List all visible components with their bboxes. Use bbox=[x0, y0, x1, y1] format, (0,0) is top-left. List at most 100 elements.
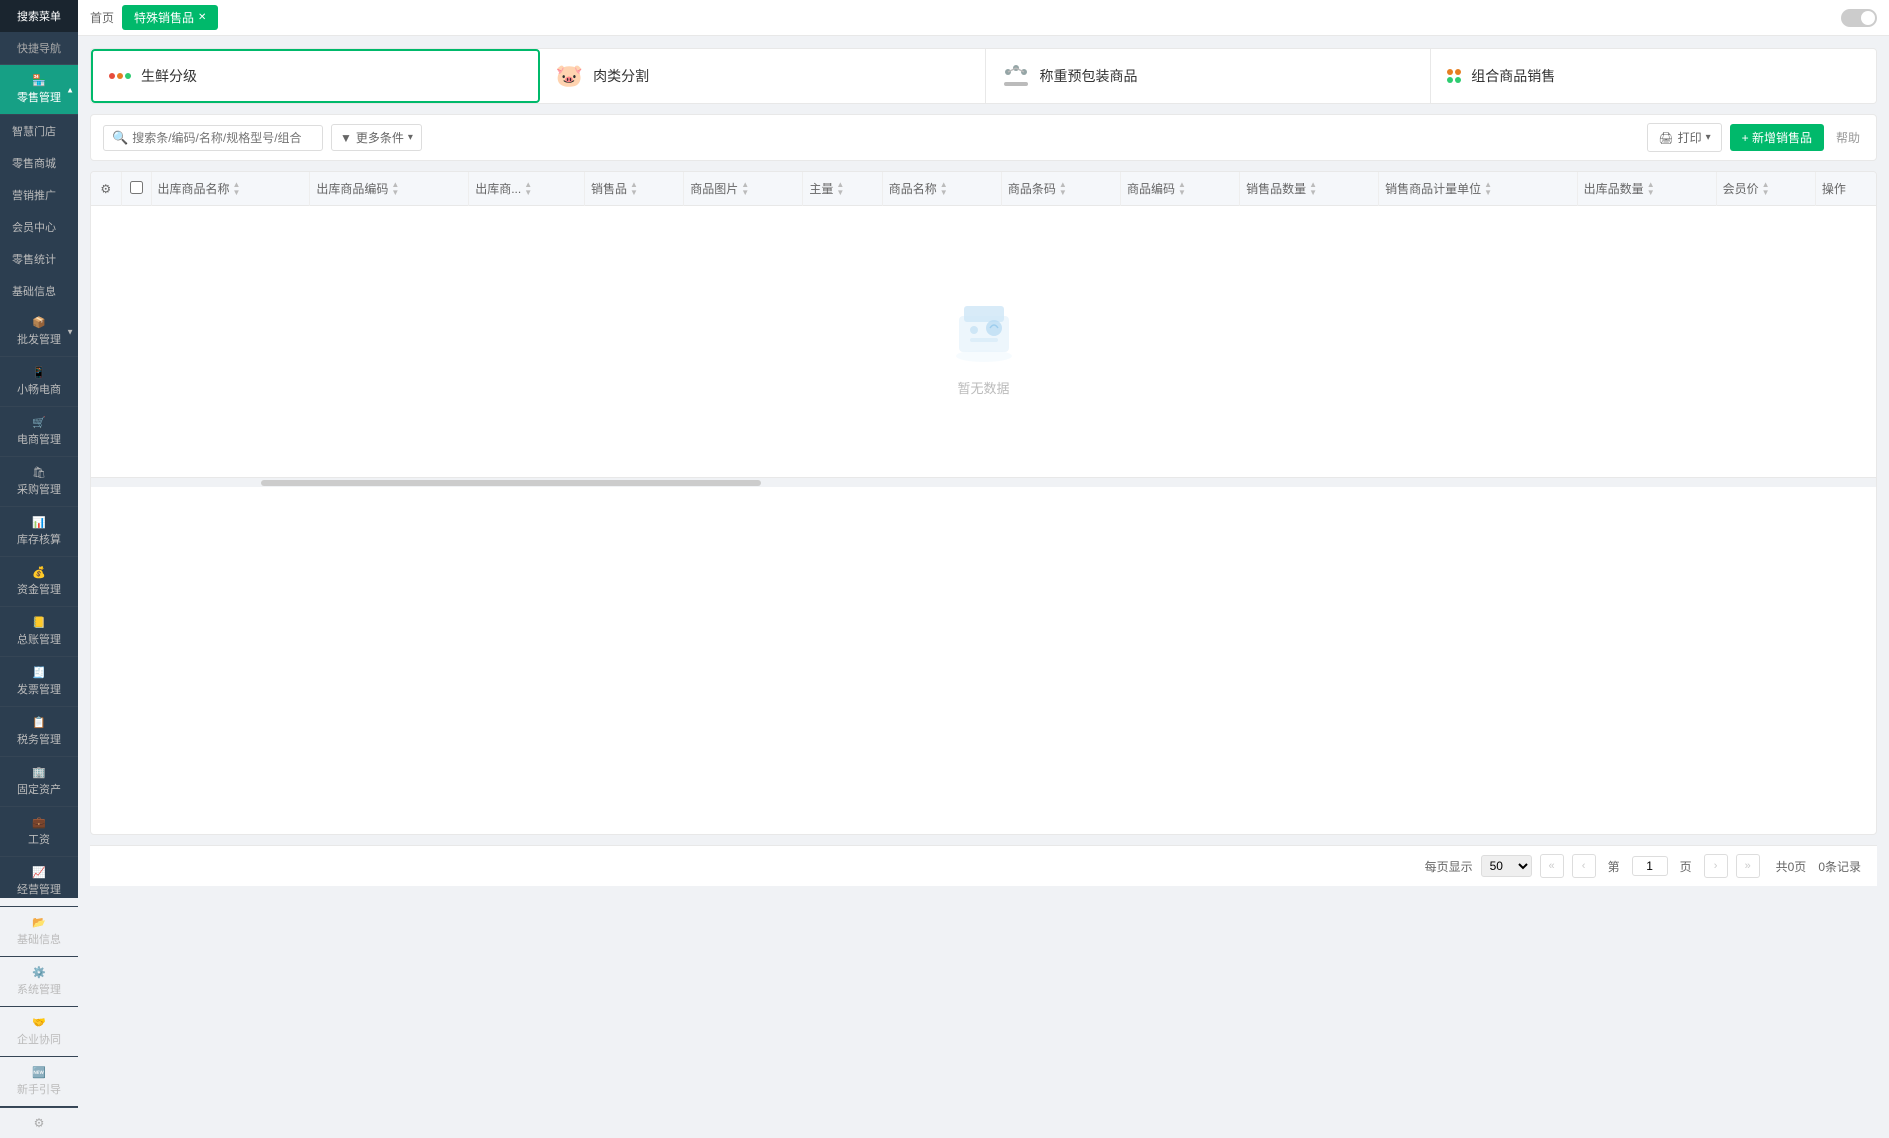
main-content: 首页 特殊销售品 ✕ 生鲜分级 🐷 肉类分割 bbox=[78, 0, 1889, 898]
sidebar-item-general-ledger[interactable]: 📒 总账管理 bbox=[0, 607, 78, 657]
print-dropdown-icon: ▾ bbox=[1706, 132, 1711, 143]
th-out-product-code: 出库商品编码 ▲▼ bbox=[310, 172, 469, 206]
sidebar-item-wholesale[interactable]: 📦 批发管理 ▼ bbox=[0, 307, 78, 357]
top-right-area bbox=[1841, 9, 1877, 27]
sidebar-item-marketing[interactable]: 营销推广 bbox=[0, 179, 78, 211]
sidebar-logo[interactable]: 搜索菜单 bbox=[0, 0, 78, 32]
page-label: 页 bbox=[1680, 858, 1692, 875]
new-product-button[interactable]: + 新增销售品 bbox=[1730, 124, 1824, 151]
sidebar-item-new-guide[interactable]: 🆕 新手引导 bbox=[0, 1057, 78, 1107]
ecom-icon: 🛒 bbox=[32, 416, 46, 429]
th-operation: 操作 bbox=[1815, 172, 1876, 206]
sort-arrows-sales-product[interactable]: ▲▼ bbox=[630, 181, 638, 197]
system-icon: ⚙️ bbox=[32, 966, 46, 979]
sort-arrows-out-product-name[interactable]: ▲▼ bbox=[233, 181, 241, 197]
tab-combo-sales[interactable]: 组合商品销售 bbox=[1431, 49, 1876, 103]
sidebar-item-payroll[interactable]: 💼 工资 bbox=[0, 807, 78, 857]
sort-arrows-product-name[interactable]: ▲▼ bbox=[940, 181, 948, 197]
top-bar: 首页 特殊销售品 ✕ bbox=[78, 0, 1889, 36]
home-breadcrumb[interactable]: 首页 bbox=[90, 9, 114, 26]
tab-cards: 生鲜分级 🐷 肉类分割 称 bbox=[90, 48, 1877, 104]
sidebar-item-base-info-retail[interactable]: 基础信息 bbox=[0, 275, 78, 307]
sort-arrows-sales-quantity[interactable]: ▲▼ bbox=[1309, 181, 1317, 197]
sort-arrows-member-price[interactable]: ▲▼ bbox=[1762, 181, 1770, 197]
th-settings[interactable]: ⚙ bbox=[91, 172, 121, 206]
current-tab-badge[interactable]: 特殊销售品 ✕ bbox=[122, 5, 218, 30]
tab-weight-prepack[interactable]: 称重预包装商品 bbox=[986, 49, 1432, 103]
per-page-select[interactable]: 10 20 50 100 bbox=[1481, 855, 1532, 877]
filter-icon: ▼ bbox=[340, 131, 352, 145]
sidebar-item-mini-ecom[interactable]: 📱 小畅电商 bbox=[0, 357, 78, 407]
sidebar-item-enterprise[interactable]: 🤝 企业协同 bbox=[0, 1007, 78, 1057]
page-label-pre: 第 bbox=[1608, 858, 1620, 875]
sort-arrows-product-image[interactable]: ▲▼ bbox=[741, 181, 749, 197]
th-sales-quantity: 销售品数量 ▲▼ bbox=[1240, 172, 1379, 206]
payroll-icon: 💼 bbox=[32, 816, 46, 829]
sort-arrows-product-barcode[interactable]: ▲▼ bbox=[1059, 181, 1067, 197]
settings-icon: ⚙ bbox=[100, 182, 111, 196]
sidebar-item-base-info[interactable]: 📂 基础信息 bbox=[0, 907, 78, 957]
sort-arrows-out-quantity[interactable]: ▲▼ bbox=[1647, 181, 1655, 197]
toggle-switch[interactable] bbox=[1841, 9, 1877, 27]
quick-nav-item[interactable]: 快捷导航 bbox=[0, 32, 78, 65]
search-input[interactable] bbox=[132, 131, 312, 145]
wholesale-icon: 📦 bbox=[32, 316, 46, 329]
sidebar-item-retail-mgmt[interactable]: 🏪 零售管理 ▲ bbox=[0, 65, 78, 115]
page-number-input[interactable] bbox=[1632, 856, 1668, 876]
horizontal-scrollbar-area bbox=[91, 477, 1876, 487]
close-tab-icon[interactable]: ✕ bbox=[198, 12, 206, 23]
sort-arrows-out-product-code[interactable]: ▲▼ bbox=[391, 181, 399, 197]
sidebar-item-fixed-assets[interactable]: 🏢 固定资产 bbox=[0, 757, 78, 807]
sidebar-item-finance[interactable]: 💰 资金管理 bbox=[0, 557, 78, 607]
fresh-grading-icon bbox=[109, 73, 131, 79]
help-button[interactable]: 帮助 bbox=[1832, 125, 1864, 150]
sidebar-item-retail-stats[interactable]: 零售统计 bbox=[0, 243, 78, 275]
prev-page-button[interactable]: ‹ bbox=[1572, 854, 1596, 878]
sort-arrows-main-weight[interactable]: ▲▼ bbox=[836, 181, 844, 197]
sidebar-item-purchase[interactable]: 🛍 采购管理 bbox=[0, 457, 78, 507]
sidebar-item-inventory[interactable]: 📊 库存核算 bbox=[0, 507, 78, 557]
toolbar: 🔍 ▼ 更多条件 ▾ 🖨 打印 ▾ + 新增销售品 帮助 bbox=[90, 114, 1877, 161]
sidebar-item-operations[interactable]: 📈 经营管理 bbox=[0, 857, 78, 907]
tax-icon: 📋 bbox=[32, 716, 46, 729]
toolbar-right: 🖨 打印 ▾ + 新增销售品 帮助 bbox=[1647, 123, 1864, 152]
horizontal-scrollbar-track[interactable] bbox=[261, 480, 761, 486]
filter-button[interactable]: ▼ 更多条件 ▾ bbox=[331, 124, 422, 151]
th-product-image: 商品图片 ▲▼ bbox=[684, 172, 803, 206]
th-member-price: 会员价 ▲▼ bbox=[1716, 172, 1815, 206]
combo-sales-icon bbox=[1447, 69, 1461, 83]
sidebar-item-tax[interactable]: 📋 税务管理 bbox=[0, 707, 78, 757]
first-page-button[interactable]: « bbox=[1540, 854, 1564, 878]
invoice-icon: 🧾 bbox=[32, 666, 46, 679]
sidebar-item-smart-store[interactable]: 智慧门店 bbox=[0, 115, 78, 147]
gear-settings-button[interactable]: ⚙ bbox=[0, 1107, 78, 1138]
print-button[interactable]: 🖨 打印 ▾ bbox=[1647, 123, 1721, 152]
expand-icon-wholesale: ▼ bbox=[66, 327, 74, 336]
sort-arrows-product-code[interactable]: ▲▼ bbox=[1178, 181, 1186, 197]
th-main-weight: 主量 ▲▼ bbox=[803, 172, 882, 206]
last-page-button[interactable]: » bbox=[1736, 854, 1760, 878]
th-sales-product: 销售品 ▲▼ bbox=[585, 172, 684, 206]
next-page-button[interactable]: › bbox=[1704, 854, 1728, 878]
th-checkbox[interactable] bbox=[121, 172, 151, 206]
enterprise-icon: 🤝 bbox=[32, 1016, 46, 1029]
sidebar-item-invoice[interactable]: 🧾 发票管理 bbox=[0, 657, 78, 707]
sidebar-item-system[interactable]: ⚙️ 系统管理 bbox=[0, 957, 78, 1007]
th-product-barcode: 商品条码 ▲▼ bbox=[1001, 172, 1120, 206]
meat-cut-icon: 🐷 bbox=[556, 63, 583, 89]
finance-icon: 💰 bbox=[32, 566, 46, 579]
assets-icon: 🏢 bbox=[32, 766, 46, 779]
sort-arrows-out-product-something[interactable]: ▲▼ bbox=[524, 181, 532, 197]
sidebar-item-retail-mall[interactable]: 零售商城 bbox=[0, 147, 78, 179]
sidebar-item-members[interactable]: 会员中心 bbox=[0, 211, 78, 243]
select-all-checkbox[interactable] bbox=[130, 181, 143, 194]
table-header-row: ⚙ 出库商品名称 ▲▼ 出库 bbox=[91, 172, 1876, 206]
retail-icon: 🏪 bbox=[32, 74, 46, 87]
sort-arrows-sales-unit[interactable]: ▲▼ bbox=[1484, 181, 1492, 197]
sidebar-item-ecom-mgmt[interactable]: 🛒 电商管理 bbox=[0, 407, 78, 457]
total-pages: 共0页 bbox=[1776, 858, 1807, 875]
tab-fresh-grading[interactable]: 生鲜分级 bbox=[91, 49, 540, 103]
pagination: 每页显示 10 20 50 100 « ‹ 第 页 › » 共0页 0条记录 bbox=[90, 845, 1877, 886]
search-box[interactable]: 🔍 bbox=[103, 125, 323, 151]
tab-meat-cut[interactable]: 🐷 肉类分割 bbox=[540, 49, 986, 103]
